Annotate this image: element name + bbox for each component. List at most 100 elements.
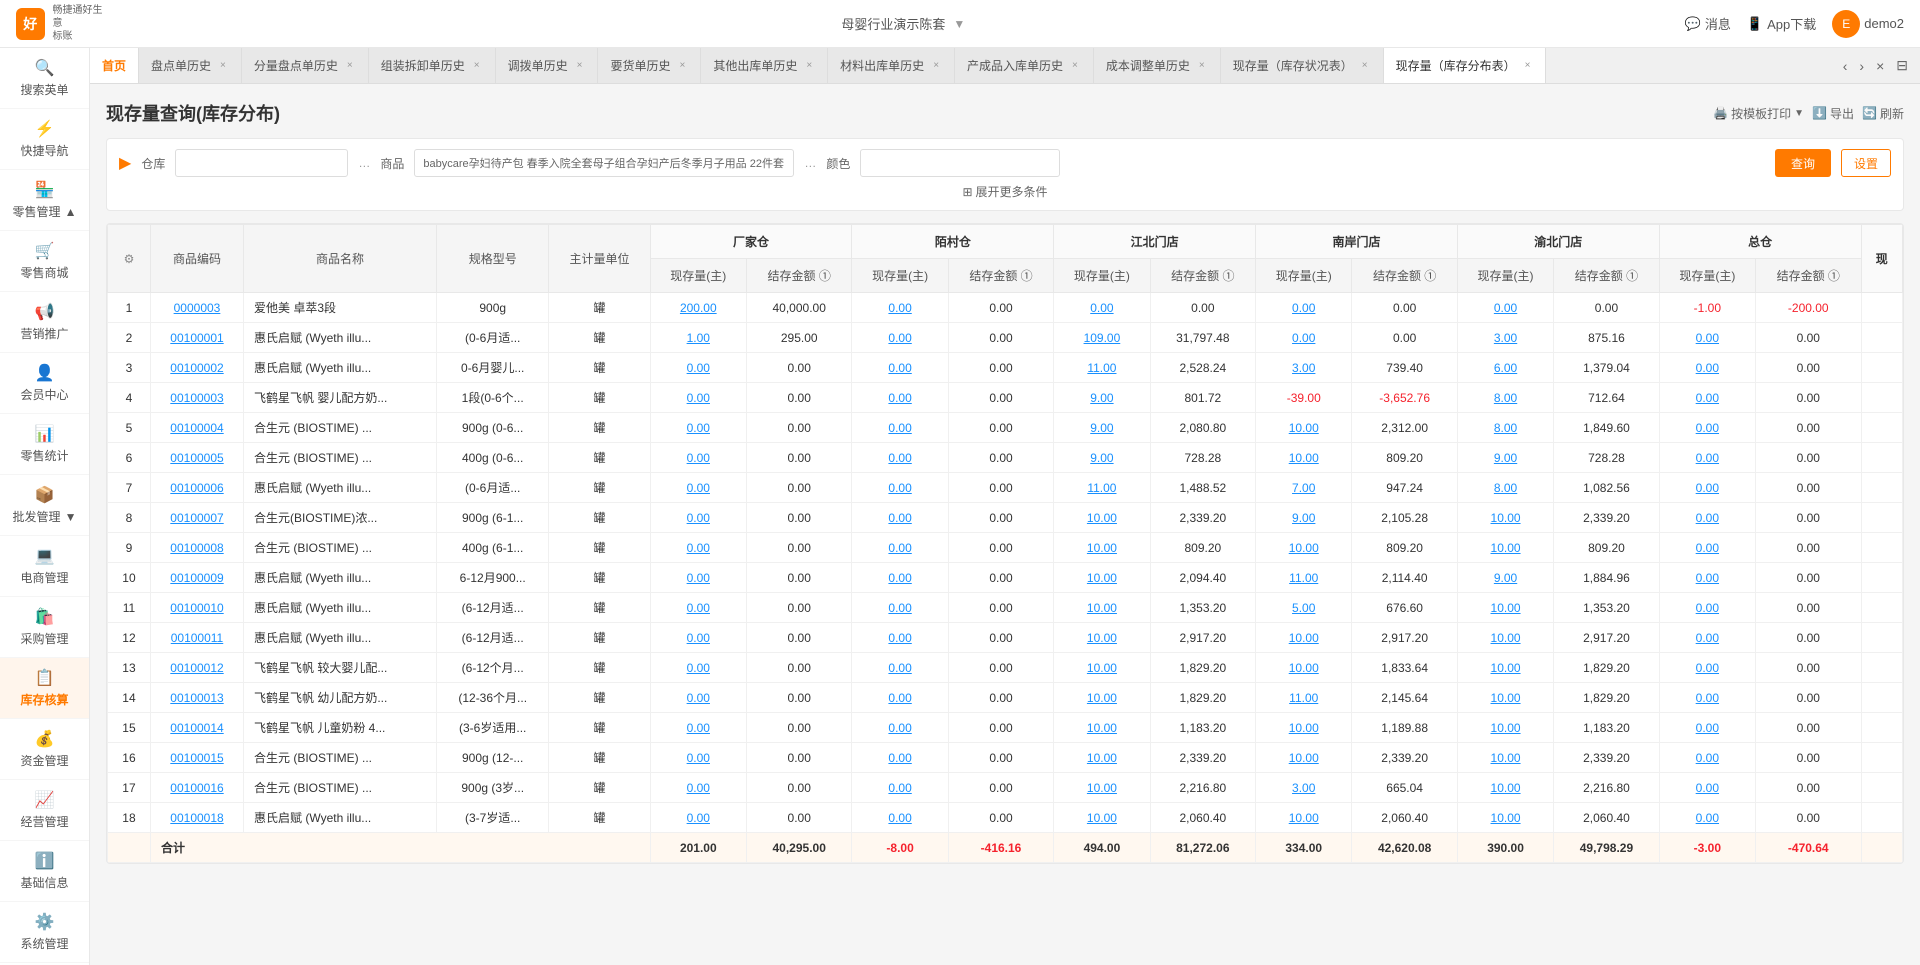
- filter-area: ▶ 仓库 … 商品 … 颜色 查询 设置 ⊞ 展开更多条件: [106, 138, 1904, 211]
- quicknav-icon: ⚡: [6, 119, 83, 139]
- table-row: 5 00100004 合生元 (BIOSTIME) ... 900g (0-6.…: [108, 413, 1903, 443]
- tab-assembly[interactable]: 组装拆卸单历史 ×: [369, 48, 496, 84]
- tab-cost-adjust[interactable]: 成本调整单历史 ×: [1094, 48, 1221, 84]
- print-icon: 🖨️: [1713, 106, 1728, 120]
- tab-material-out[interactable]: 材料出库单历史 ×: [828, 48, 955, 84]
- color-input[interactable]: [860, 149, 1060, 177]
- table-container: ⚙ 商品编码 商品名称 规格型号 主计量单位 厂家仓 陌村仓 江北门店 南岸门店…: [106, 223, 1904, 864]
- tab-close-order[interactable]: ×: [676, 59, 688, 72]
- product-input[interactable]: [414, 149, 794, 177]
- sub-na-qty: 现存量(主): [1256, 259, 1352, 293]
- tab-close-product-in[interactable]: ×: [1069, 59, 1081, 72]
- sidebar-item-marketing[interactable]: 📢 营销推广: [0, 292, 89, 353]
- sub-yb-amt: 结存金额 ①: [1554, 259, 1660, 293]
- table-row: 3 00100002 惠氏启赋 (Wyeth illu... 0-6月婴儿...…: [108, 353, 1903, 383]
- sub-total-qty: 现存量(主): [1659, 259, 1755, 293]
- col-na-header: 南岸门店: [1256, 225, 1458, 259]
- col-mc-header: 陌村仓: [852, 225, 1054, 259]
- table-row: 1 0000003 爱他美 卓萃3段 900g 罐 200.00 40,000.…: [108, 293, 1903, 323]
- inventory-table: ⚙ 商品编码 商品名称 规格型号 主计量单位 厂家仓 陌村仓 江北门店 南岸门店…: [107, 224, 1903, 863]
- filter-row: ▶ 仓库 … 商品 … 颜色 查询 设置: [119, 149, 1891, 177]
- col-gear[interactable]: ⚙: [108, 225, 151, 293]
- tab-home[interactable]: 首页: [90, 48, 139, 84]
- industry-selector[interactable]: 母婴行业演示陈套 ▼: [841, 14, 965, 33]
- tab-transfer[interactable]: 调拨单历史 ×: [496, 48, 599, 84]
- table-row: 18 00100018 惠氏启赋 (Wyeth illu... (3-7岁适..…: [108, 803, 1903, 833]
- sidebar-item-wholesale[interactable]: 📦 批发管理 ▼: [0, 475, 89, 536]
- col-yb-header: 渝北门店: [1457, 225, 1659, 259]
- tab-product-in[interactable]: 产成品入库单历史 ×: [955, 48, 1094, 84]
- expand-conditions-btn[interactable]: ⊞ 展开更多条件: [962, 183, 1047, 200]
- user-area[interactable]: E demo2: [1832, 10, 1904, 38]
- col-total-header: 总仓: [1659, 225, 1861, 259]
- table-row: 11 00100010 惠氏启赋 (Wyeth illu... (6-12月适.…: [108, 593, 1903, 623]
- export-btn[interactable]: ⬇️ 导出: [1812, 105, 1854, 122]
- sub-jb-qty: 现存量(主): [1054, 259, 1150, 293]
- warehouse-ellipsis[interactable]: …: [358, 156, 370, 170]
- tab-close-other-out[interactable]: ×: [803, 59, 815, 72]
- table-row: 13 00100012 飞鹤星飞帆 较大婴儿配... (6-12个月... 罐 …: [108, 653, 1903, 683]
- tabs-next-btn[interactable]: ›: [1855, 54, 1868, 78]
- message-btn[interactable]: 💬 消息: [1685, 14, 1731, 33]
- sidebar-item-ecommerce[interactable]: 💻 电商管理: [0, 536, 89, 597]
- tab-order[interactable]: 要货单历史 ×: [598, 48, 701, 84]
- search-icon: 🔍: [6, 58, 83, 78]
- filter-expand-icon[interactable]: ▶: [119, 153, 131, 173]
- sidebar-item-basic[interactable]: ℹ️ 基础信息: [0, 841, 89, 902]
- tab-close-inventory-check[interactable]: ×: [217, 59, 229, 72]
- tab-close-assembly[interactable]: ×: [471, 59, 483, 72]
- sub-f-qty: 现存量(主): [650, 259, 746, 293]
- table-row: 17 00100016 合生元 (BIOSTIME) ... 900g (3岁.…: [108, 773, 1903, 803]
- table-row: 8 00100007 合生元(BIOSTIME)浓... 900g (6-1..…: [108, 503, 1903, 533]
- tab-close-cost-adjust[interactable]: ×: [1196, 59, 1208, 72]
- sidebar-item-search[interactable]: 🔍 搜索英单: [0, 48, 89, 109]
- tabs-bar: 首页 盘点单历史 × 分量盘点单历史 × 组装拆卸单历史 × 调拨单历史 × 要…: [90, 48, 1920, 84]
- col-factory-header: 厂家仓: [650, 225, 852, 259]
- table-row: 4 00100003 飞鹤星飞帆 婴儿配方奶... 1段(0-6个... 罐 0…: [108, 383, 1903, 413]
- tabs-close-btn[interactable]: ×: [1872, 54, 1888, 78]
- query-button[interactable]: 查询: [1775, 149, 1831, 177]
- export-icon: ⬇️: [1812, 106, 1827, 120]
- sub-jb-amt: 结存金额 ①: [1150, 259, 1256, 293]
- tab-stock-status[interactable]: 现存量（库存状况表） ×: [1221, 48, 1384, 84]
- product-ellipsis[interactable]: …: [804, 156, 816, 170]
- sidebar-item-operation[interactable]: 📈 经营管理: [0, 780, 89, 841]
- refresh-icon: 🔄: [1862, 106, 1877, 120]
- sidebar-item-retail-shop[interactable]: 🛒 零售商城: [0, 231, 89, 292]
- table-row: 6 00100005 合生元 (BIOSTIME) ... 400g (0-6.…: [108, 443, 1903, 473]
- sidebar-item-system[interactable]: ⚙️ 系统管理: [0, 902, 89, 963]
- tab-stock-dist[interactable]: 现存量（库存分布表） ×: [1384, 48, 1547, 84]
- sidebar-item-inventory[interactable]: 📋 库存核算: [0, 658, 89, 719]
- warehouse-input[interactable]: [175, 149, 348, 177]
- sidebar-item-member[interactable]: 👤 会员中心: [0, 353, 89, 414]
- sub-total-amt: 结存金额 ①: [1756, 259, 1862, 293]
- col-spec-header: 规格型号: [437, 225, 549, 293]
- tab-other-out[interactable]: 其他出库单历史 ×: [701, 48, 828, 84]
- table-row: 16 00100015 合生元 (BIOSTIME) ... 900g (12-…: [108, 743, 1903, 773]
- settings-button[interactable]: 设置: [1841, 149, 1891, 177]
- sidebar: 🔍 搜索英单 ⚡ 快捷导航 🏪 零售管理 ▲ 🛒 零售商城 📢 营销推广 👤 会…: [0, 48, 90, 965]
- tab-close-transfer[interactable]: ×: [574, 59, 586, 72]
- main-content: 现存量查询(库存分布) 🖨️ 按模板打印 ▼ ⬇️ 导出 🔄 刷新 ▶ 仓库 ……: [90, 84, 1920, 965]
- tab-close-material-out[interactable]: ×: [930, 59, 942, 72]
- tabs-more-btn[interactable]: ⊟: [1892, 53, 1912, 78]
- app-download-btn[interactable]: 📱 App下载: [1747, 14, 1816, 33]
- tab-close-split-check[interactable]: ×: [344, 59, 356, 72]
- refresh-btn[interactable]: 🔄 刷新: [1862, 105, 1904, 122]
- table-row: 2 00100001 惠氏启赋 (Wyeth illu... (0-6月适...…: [108, 323, 1903, 353]
- print-btn[interactable]: 🖨️ 按模板打印 ▼: [1713, 105, 1804, 122]
- sidebar-item-quicknav[interactable]: ⚡ 快捷导航: [0, 109, 89, 170]
- tab-close-stock-dist[interactable]: ×: [1522, 59, 1534, 72]
- col-code-header: 商品编码: [150, 225, 243, 293]
- tab-split-check[interactable]: 分量盘点单历史 ×: [242, 48, 369, 84]
- gear-icon[interactable]: ⚙: [124, 252, 135, 266]
- sub-mc-amt: 结存金额 ①: [948, 259, 1054, 293]
- sidebar-item-retail-mgr[interactable]: 🏪 零售管理 ▲: [0, 170, 89, 231]
- sidebar-item-retail-stat[interactable]: 📊 零售统计: [0, 414, 89, 475]
- sidebar-item-finance[interactable]: 💰 资金管理: [0, 719, 89, 780]
- sidebar-item-purchase[interactable]: 🛍️ 采购管理: [0, 597, 89, 658]
- tabs-prev-btn[interactable]: ‹: [1839, 54, 1852, 78]
- tab-close-stock-status[interactable]: ×: [1359, 59, 1371, 72]
- app-icon: 📱: [1747, 16, 1763, 32]
- tab-inventory-check[interactable]: 盘点单历史 ×: [139, 48, 242, 84]
